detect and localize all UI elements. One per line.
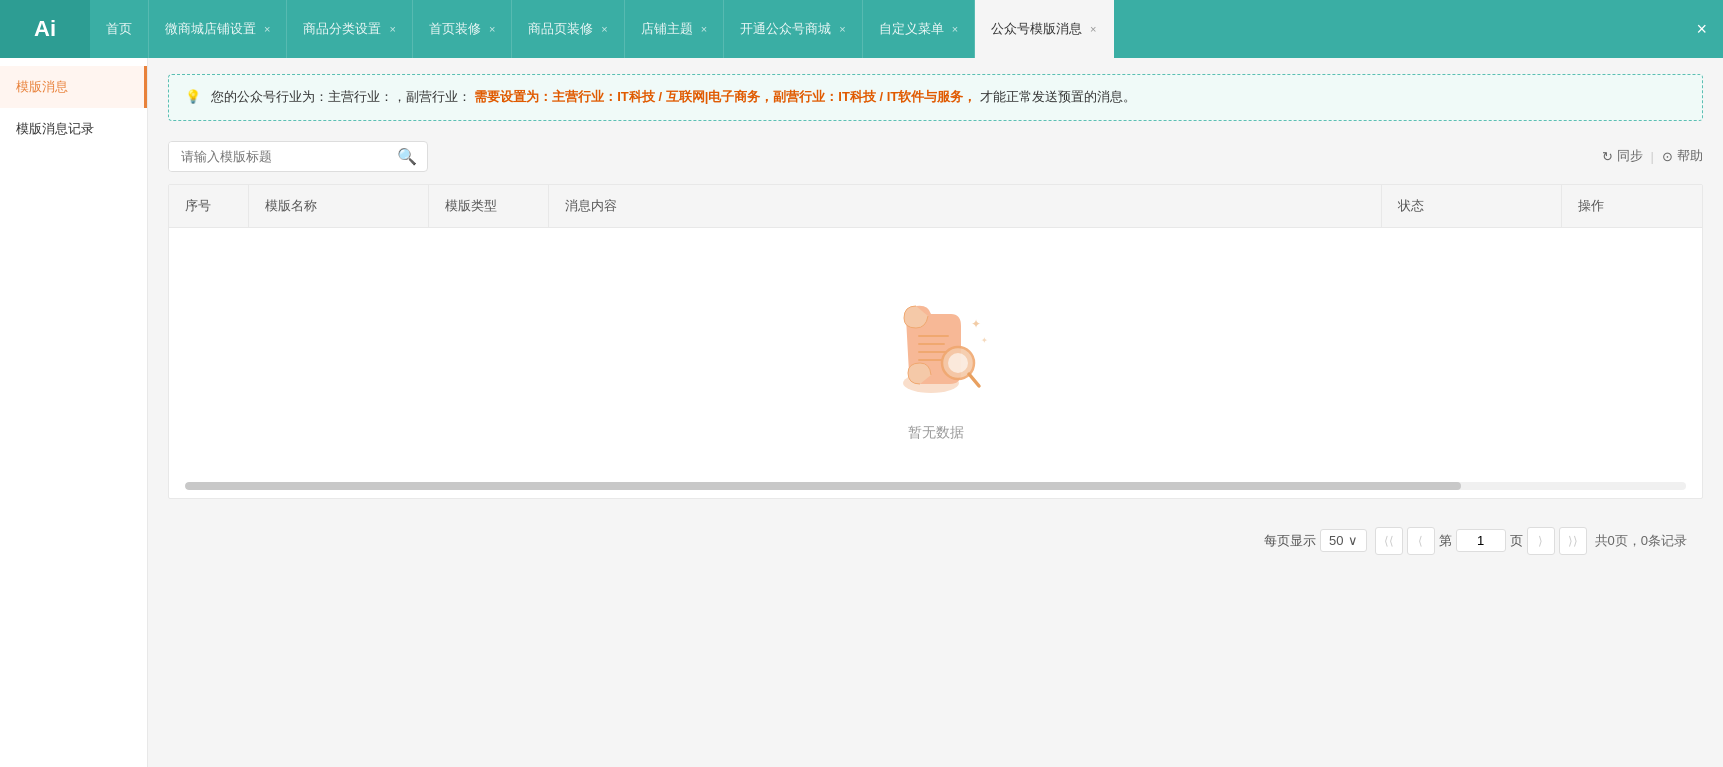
data-table: 序号 模版名称 模版类型 消息内容 状态 操作 [168,184,1703,499]
tab-theme-close[interactable]: × [701,23,707,35]
tab-template-label: 公众号模版消息 [991,20,1082,38]
prev-page-button[interactable]: ⟨ [1407,527,1435,555]
last-page-button[interactable]: ⟩⟩ [1559,527,1587,555]
tab-mall-label: 开通公众号商城 [740,20,831,38]
tab-bar: 首页 微商城店铺设置 × 商品分类设置 × 首页装修 × 商品页装修 × 店铺主… [90,0,1680,58]
bulb-icon: 💡 [185,89,201,104]
tab-homepage[interactable]: 首页装修 × [413,0,512,58]
page-layout: 模版消息 模版消息记录 💡 您的公众号行业为：主营行业：，副营行业： 需要设置为… [0,58,1723,767]
page-size-value: 50 [1329,533,1343,548]
sync-label: 同步 [1617,147,1643,165]
pagination: 每页显示 50 ∨ ⟨⟨ ⟨ 第 页 ⟩ ⟩⟩ 共0页，0条记录 [168,515,1703,567]
alert-highlight: 需要设置为：主营行业：IT科技 / 互联网|电子商务，副营行业：IT科技 / I… [474,89,976,104]
col-type: 模版类型 [429,185,549,227]
tab-weshop-close[interactable]: × [264,23,270,35]
sidebar-item-template-record-label: 模版消息记录 [16,121,94,136]
svg-text:✦: ✦ [971,317,981,331]
top-navigation: Ai 首页 微商城店铺设置 × 商品分类设置 × 首页装修 × 商品页装修 × … [0,0,1723,58]
tab-category[interactable]: 商品分类设置 × [287,0,412,58]
tab-weshop[interactable]: 微商城店铺设置 × [149,0,287,58]
svg-text:✦: ✦ [981,336,988,345]
tab-product-label: 商品页装修 [528,20,593,38]
app-logo: Ai [0,0,90,58]
page-prefix: 第 [1439,532,1452,550]
toolbar: 🔍 ↻ 同步 | ⊙ 帮助 [168,141,1703,172]
help-icon: ⊙ [1662,149,1673,164]
svg-line-7 [969,374,979,386]
next-page-button[interactable]: ⟩ [1527,527,1555,555]
sidebar-item-template-message[interactable]: 模版消息 [0,66,147,108]
sidebar: 模版消息 模版消息记录 [0,58,148,767]
sidebar-item-template-message-label: 模版消息 [16,79,68,94]
tab-product-close[interactable]: × [601,23,607,35]
tab-homepage-label: 首页装修 [429,20,481,38]
page-navigation: ⟨⟨ ⟨ 第 页 ⟩ ⟩⟩ [1375,527,1587,555]
col-content: 消息内容 [549,185,1382,227]
search-area: 🔍 [168,141,428,172]
col-name: 模版名称 [249,185,429,227]
tab-custommenu[interactable]: 自定义菜单 × [863,0,975,58]
chevron-down-icon: ∨ [1348,533,1358,548]
tab-category-close[interactable]: × [389,23,395,35]
table-header: 序号 模版名称 模版类型 消息内容 状态 操作 [169,185,1702,228]
sync-button[interactable]: ↻ 同步 [1602,147,1643,165]
page-unit: 页 [1510,532,1523,550]
toolbar-right: ↻ 同步 | ⊙ 帮助 [1602,147,1703,165]
alert-box: 💡 您的公众号行业为：主营行业：，副营行业： 需要设置为：主营行业：IT科技 /… [168,74,1703,121]
tab-weshop-label: 微商城店铺设置 [165,20,256,38]
help-label: 帮助 [1677,147,1703,165]
scrollbar-thumb[interactable] [185,482,1461,490]
first-page-button[interactable]: ⟨⟨ [1375,527,1403,555]
col-index: 序号 [169,185,249,227]
help-button[interactable]: ⊙ 帮助 [1662,147,1703,165]
page-input[interactable] [1456,529,1506,552]
empty-text: 暂无数据 [908,424,964,442]
tab-home[interactable]: 首页 [90,0,149,58]
tab-home-label: 首页 [106,20,132,38]
search-button[interactable]: 🔍 [387,147,427,166]
tab-product[interactable]: 商品页装修 × [512,0,624,58]
sidebar-item-template-record[interactable]: 模版消息记录 [0,108,147,150]
svg-point-6 [948,353,968,373]
sync-icon: ↻ [1602,149,1613,164]
tab-category-label: 商品分类设置 [303,20,381,38]
toolbar-divider: | [1651,149,1654,164]
horizontal-scrollbar[interactable] [185,482,1686,490]
alert-suffix: 才能正常发送预置的消息。 [980,89,1136,104]
total-info: 共0页，0条记录 [1595,532,1687,550]
search-input[interactable] [169,142,387,171]
tab-custommenu-label: 自定义菜单 [879,20,944,38]
page-size-label: 每页显示 [1264,532,1316,550]
page-size-select: 每页显示 50 ∨ [1264,529,1366,552]
tab-homepage-close[interactable]: × [489,23,495,35]
col-status: 状态 [1382,185,1562,227]
tab-theme-label: 店铺主题 [641,20,693,38]
tab-mall-close[interactable]: × [839,23,845,35]
tab-custommenu-close[interactable]: × [952,23,958,35]
tab-template-close[interactable]: × [1090,23,1096,35]
close-all-button[interactable]: × [1680,19,1723,40]
alert-prefix: 您的公众号行业为：主营行业：，副营行业： [211,89,471,104]
tab-mall[interactable]: 开通公众号商城 × [724,0,862,58]
empty-state: ✦ ✦ 暂无数据 [169,228,1702,482]
col-action: 操作 [1562,185,1702,227]
page-size-dropdown[interactable]: 50 ∨ [1320,529,1366,552]
tab-theme[interactable]: 店铺主题 × [625,0,724,58]
empty-icon: ✦ ✦ [876,288,996,408]
main-content: 💡 您的公众号行业为：主营行业：，副营行业： 需要设置为：主营行业：IT科技 /… [148,58,1723,767]
scrollbar-container [169,482,1702,498]
tab-template[interactable]: 公众号模版消息 × [975,0,1113,58]
